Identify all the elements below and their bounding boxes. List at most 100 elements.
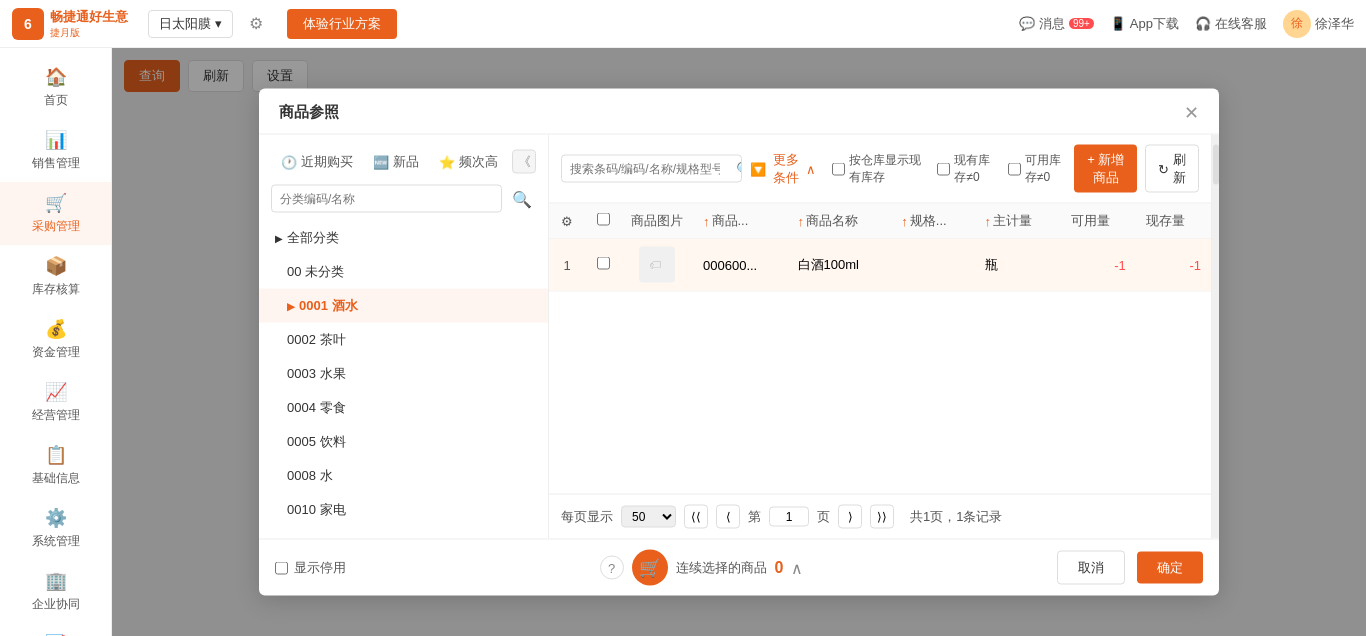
sidebar-item-home[interactable]: 🏠 首页 [0, 56, 111, 119]
arrow-right-icon: ▶ [275, 232, 283, 243]
row-name: 白酒100ml [788, 238, 892, 291]
category-search-row: 🔍 [259, 185, 548, 221]
sidebar-item-inventory[interactable]: 📦 库存核算 [0, 245, 111, 308]
tab-new-product[interactable]: 🆕 新品 [363, 147, 429, 177]
left-panel: 🕐 近期购买 🆕 新品 ⭐ 频次高 《 [259, 135, 549, 539]
next-page-button[interactable]: ⟩ [838, 505, 862, 529]
sidebar-item-system[interactable]: ⚙️ 系统管理 [0, 497, 111, 560]
sidebar-item-finance[interactable]: 💰 资金管理 [0, 308, 111, 371]
help-icon[interactable]: ? [600, 556, 624, 580]
col-image: 商品图片 [621, 204, 693, 239]
category-item-snacks[interactable]: 0004 零食 [259, 391, 548, 425]
sidebar-item-purchase[interactable]: 🛒 采购管理 [0, 182, 111, 245]
first-page-button[interactable]: ⟨⟨ [684, 505, 708, 529]
show-disabled-checkbox[interactable]: 显示停用 [275, 559, 346, 577]
checkbox-warehouse-stock[interactable]: 按仓库显示现有库存 [832, 152, 925, 186]
phone-icon: 📱 [1110, 16, 1126, 31]
checkbox-available-stock[interactable]: 可用库存≠0 [1008, 152, 1067, 186]
system-icon: ⚙️ [45, 507, 67, 529]
page-size-select[interactable]: 20 50 100 [621, 506, 676, 528]
product-search-input[interactable] [562, 162, 728, 176]
modal-close-button[interactable]: ✕ [1184, 103, 1199, 121]
select-all-checkbox[interactable] [597, 213, 610, 226]
col-available: 可用量 [1061, 204, 1136, 239]
inventory-icon: 📦 [45, 255, 67, 277]
left-panel-collapse-button[interactable]: 《 [512, 150, 536, 174]
sort-icon-unit: ↑ [985, 213, 992, 228]
category-item-tea[interactable]: 0002 茶叶 [259, 323, 548, 357]
table-row[interactable]: 1 🏷 000600... 白酒100ml [549, 238, 1211, 291]
topbar-right: 💬 消息 99+ 📱 App下载 🎧 在线客服 徐 徐泽华 [1019, 10, 1354, 38]
store-selector[interactable]: 日太阳膜 ▾ [148, 10, 233, 38]
user-menu[interactable]: 徐 徐泽华 [1283, 10, 1354, 38]
col-stock: 现存量 [1136, 204, 1211, 239]
finance-icon: 💰 [45, 318, 67, 340]
category-item-uncategorized[interactable]: 00 未分类 [259, 255, 548, 289]
sidebar-item-basic-info[interactable]: 📋 基础信息 [0, 434, 111, 497]
cancel-button[interactable]: 取消 [1057, 551, 1125, 585]
col-unit[interactable]: ↑ 主计量 [975, 204, 1061, 239]
row-image: 🏷 [621, 238, 693, 291]
category-search-input[interactable] [271, 185, 502, 213]
row-code: 000600... [693, 238, 788, 291]
sort-up-icon: ↑ [703, 213, 710, 228]
message-icon: 💬 [1019, 16, 1035, 31]
category-item-liquor[interactable]: ▶ 0001 酒水 [259, 289, 548, 323]
messages-btn[interactable]: 💬 消息 99+ [1019, 15, 1094, 33]
sort-icon-spec: ↑ [901, 213, 908, 228]
last-page-button[interactable]: ⟩⟩ [870, 505, 894, 529]
page-number-input[interactable] [769, 507, 809, 527]
category-item-appliances[interactable]: 0010 家电 [259, 493, 548, 527]
right-toolbar: 🔍 🔽 更多条件 ∧ 按仓库显示现有库存 现有库存 [549, 135, 1211, 204]
category-item-water[interactable]: 0008 水 [259, 459, 548, 493]
cart-button[interactable]: 🛒 [632, 550, 668, 586]
col-settings[interactable]: ⚙ [549, 204, 585, 239]
checkbox-nonzero-stock[interactable]: 现有库存≠0 [937, 152, 996, 186]
product-search-button[interactable]: 🔍 [728, 161, 742, 177]
tab-frequent[interactable]: ⭐ 频次高 [429, 147, 508, 177]
category-list: ▶ 全部分类 00 未分类 ▶ 0001 酒水 0002 茶叶 [259, 221, 548, 527]
sidebar: 🏠 首页 📊 销售管理 🛒 采购管理 📦 库存核算 💰 资金管理 📈 经营管理 … [0, 48, 112, 636]
scrollbar[interactable] [1211, 135, 1219, 539]
purchase-icon: 🛒 [45, 192, 67, 214]
col-spec[interactable]: ↑ 规格... [891, 204, 974, 239]
sidebar-item-guide[interactable]: 📝 新手引导 [0, 623, 111, 636]
product-search-box: 🔍 [561, 155, 742, 183]
col-code[interactable]: ↑ 商品... [693, 204, 788, 239]
sort-icon-name: ↑ [798, 213, 805, 228]
scrollbar-thumb[interactable] [1213, 145, 1219, 185]
clock-icon: 🕐 [281, 154, 297, 169]
row-unit: 瓶 [975, 238, 1061, 291]
online-service-btn[interactable]: 🎧 在线客服 [1195, 15, 1267, 33]
sidebar-item-operations[interactable]: 📈 经营管理 [0, 371, 111, 434]
footer-collapse-icon[interactable]: ∧ [791, 558, 803, 577]
product-image: 🏷 [639, 247, 675, 283]
right-panel: 🔍 🔽 更多条件 ∧ 按仓库显示现有库存 现有库存 [549, 135, 1211, 539]
app-download-btn[interactable]: 📱 App下载 [1110, 15, 1179, 33]
settings-icon[interactable]: ⚙ [241, 9, 271, 39]
category-all[interactable]: ▶ 全部分类 [259, 221, 548, 255]
tab-recent-purchase[interactable]: 🕐 近期购买 [271, 147, 363, 177]
filter-button[interactable]: 🔽 更多条件 ∧ [750, 151, 816, 187]
category-search-button[interactable]: 🔍 [508, 185, 536, 213]
chevron-down-icon: ▾ [215, 16, 222, 31]
category-item-fruit[interactable]: 0003 水果 [259, 357, 548, 391]
logo: 6 畅捷通好生意 捷月版 [12, 8, 128, 40]
trial-button[interactable]: 体验行业方案 [287, 9, 397, 39]
refresh-icon: ↻ [1158, 161, 1169, 176]
operations-icon: 📈 [45, 381, 67, 403]
arrow-right-icon-liquor: ▶ [287, 300, 295, 311]
col-name[interactable]: ↑ 商品名称 [788, 204, 892, 239]
prev-page-button[interactable]: ⟨ [716, 505, 740, 529]
row-checkbox[interactable] [585, 238, 621, 291]
add-product-button[interactable]: + 新增商品 [1074, 145, 1137, 193]
content-area: 查询 刷新 设置 商品参照 ✕ 🕐 近期购买 [112, 48, 1366, 636]
sidebar-item-enterprise[interactable]: 🏢 企业协同 [0, 560, 111, 623]
messages-badge: 99+ [1069, 18, 1094, 29]
sidebar-item-sales[interactable]: 📊 销售管理 [0, 119, 111, 182]
home-icon: 🏠 [45, 66, 67, 88]
confirm-button[interactable]: 确定 [1137, 552, 1203, 584]
category-item-beverages[interactable]: 0005 饮料 [259, 425, 548, 459]
basic-info-icon: 📋 [45, 444, 67, 466]
refresh-button[interactable]: ↻ 刷新 [1145, 145, 1199, 193]
